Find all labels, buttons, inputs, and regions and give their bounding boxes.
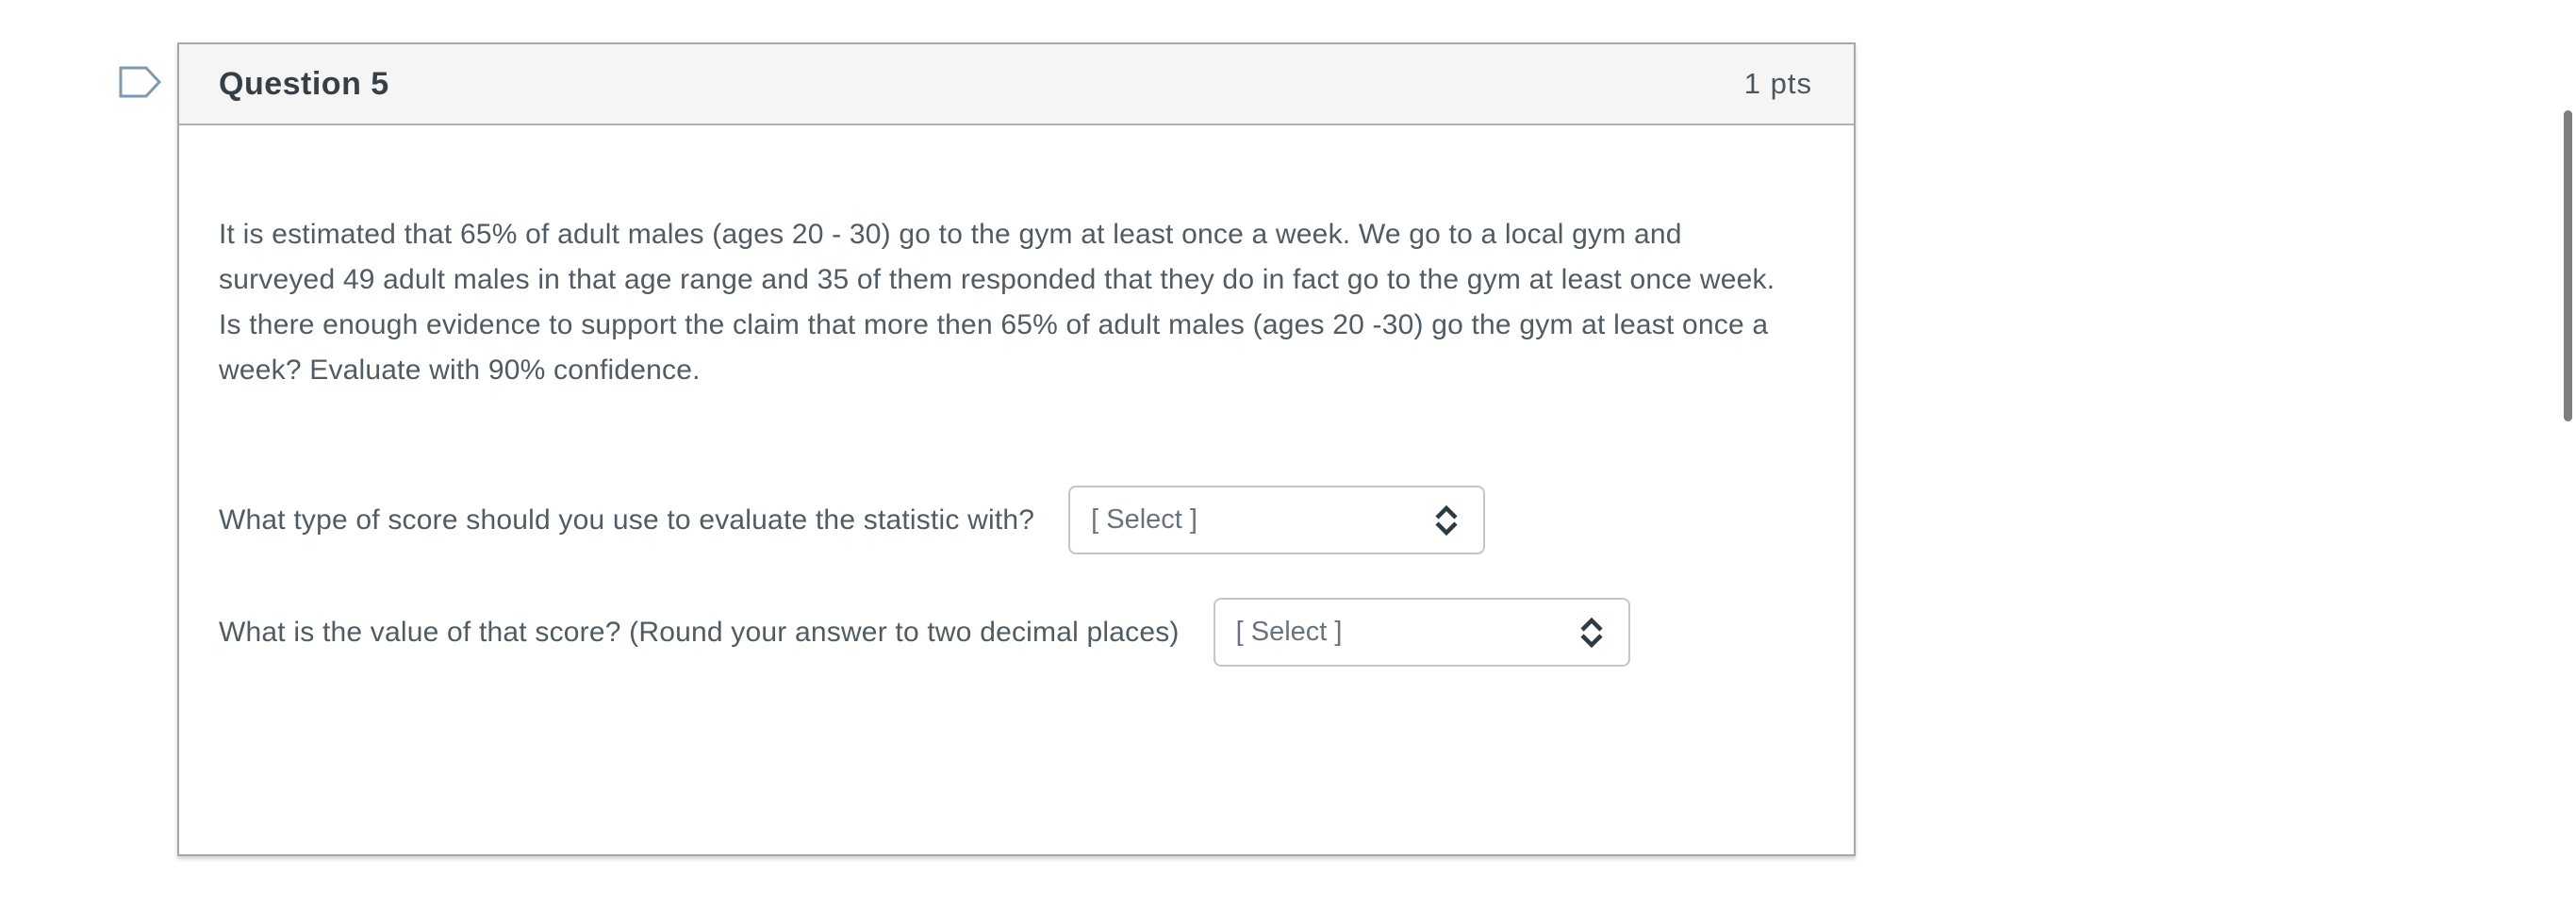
score-type-select[interactable]: [ Select ] (1068, 486, 1486, 554)
flag-question-button[interactable] (119, 66, 162, 98)
question-card: Question 5 1 pts It is estimated that 65… (177, 42, 1856, 856)
scrollbar-thumb[interactable] (2564, 110, 2572, 421)
question-text-line: surveyed 49 adult males in that age rang… (219, 264, 1775, 295)
score-type-select-value: [ Select ] (1091, 504, 1197, 535)
quiz-page: Question 5 1 pts It is estimated that 65… (0, 0, 2576, 908)
question-header: Question 5 1 pts (179, 44, 1854, 125)
score-value-select-value: [ Select ] (1235, 617, 1343, 647)
score-type-label: What type of score should you use to eva… (219, 504, 1035, 536)
score-value-label: What is the value of that score? (Round … (219, 616, 1180, 648)
question-text-line: It is estimated that 65% of adult males … (219, 219, 1682, 250)
question-text: It is estimated that 65% of adult males … (219, 212, 1816, 393)
answer-row-score-value: What is the value of that score? (Round … (219, 598, 1816, 667)
select-chevron-icon (1580, 617, 1603, 648)
score-value-select[interactable]: [ Select ] (1213, 598, 1630, 667)
question-title: Question 5 (219, 65, 389, 102)
question-points: 1 pts (1743, 67, 1812, 100)
select-chevron-icon (1435, 504, 1458, 536)
question-text-line: week? Evaluate with 90% confidence. (219, 355, 701, 386)
question-body: It is estimated that 65% of adult males … (179, 125, 1854, 667)
question-text-line: Is there enough evidence to support the … (219, 309, 1769, 340)
flag-icon (119, 66, 162, 98)
answer-row-score-type: What type of score should you use to eva… (219, 486, 1816, 554)
